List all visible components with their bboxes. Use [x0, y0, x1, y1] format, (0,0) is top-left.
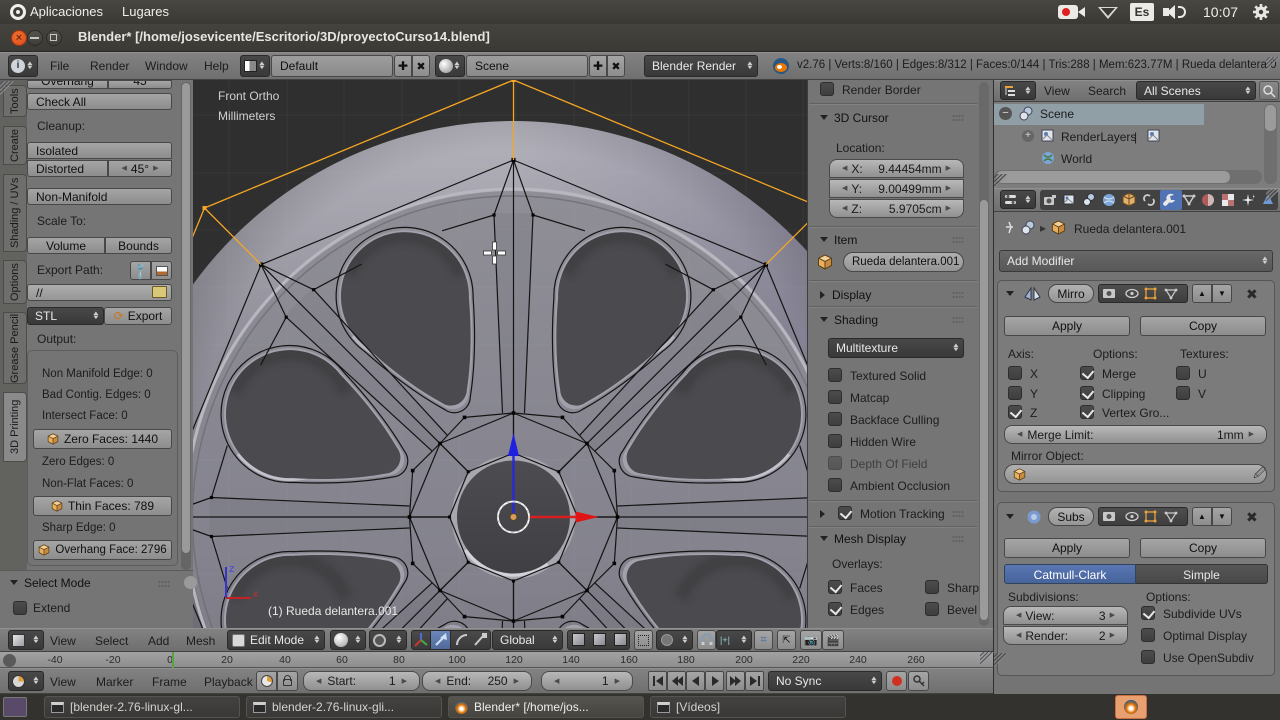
svg-text:Front Ortho: Front Ortho — [218, 89, 280, 103]
svg-text:z: z — [229, 563, 235, 575]
svg-text:Millimeters: Millimeters — [218, 109, 275, 123]
svg-text:(1) Rueda delantera.001: (1) Rueda delantera.001 — [268, 604, 398, 618]
svg-text:x: x — [253, 589, 258, 600]
